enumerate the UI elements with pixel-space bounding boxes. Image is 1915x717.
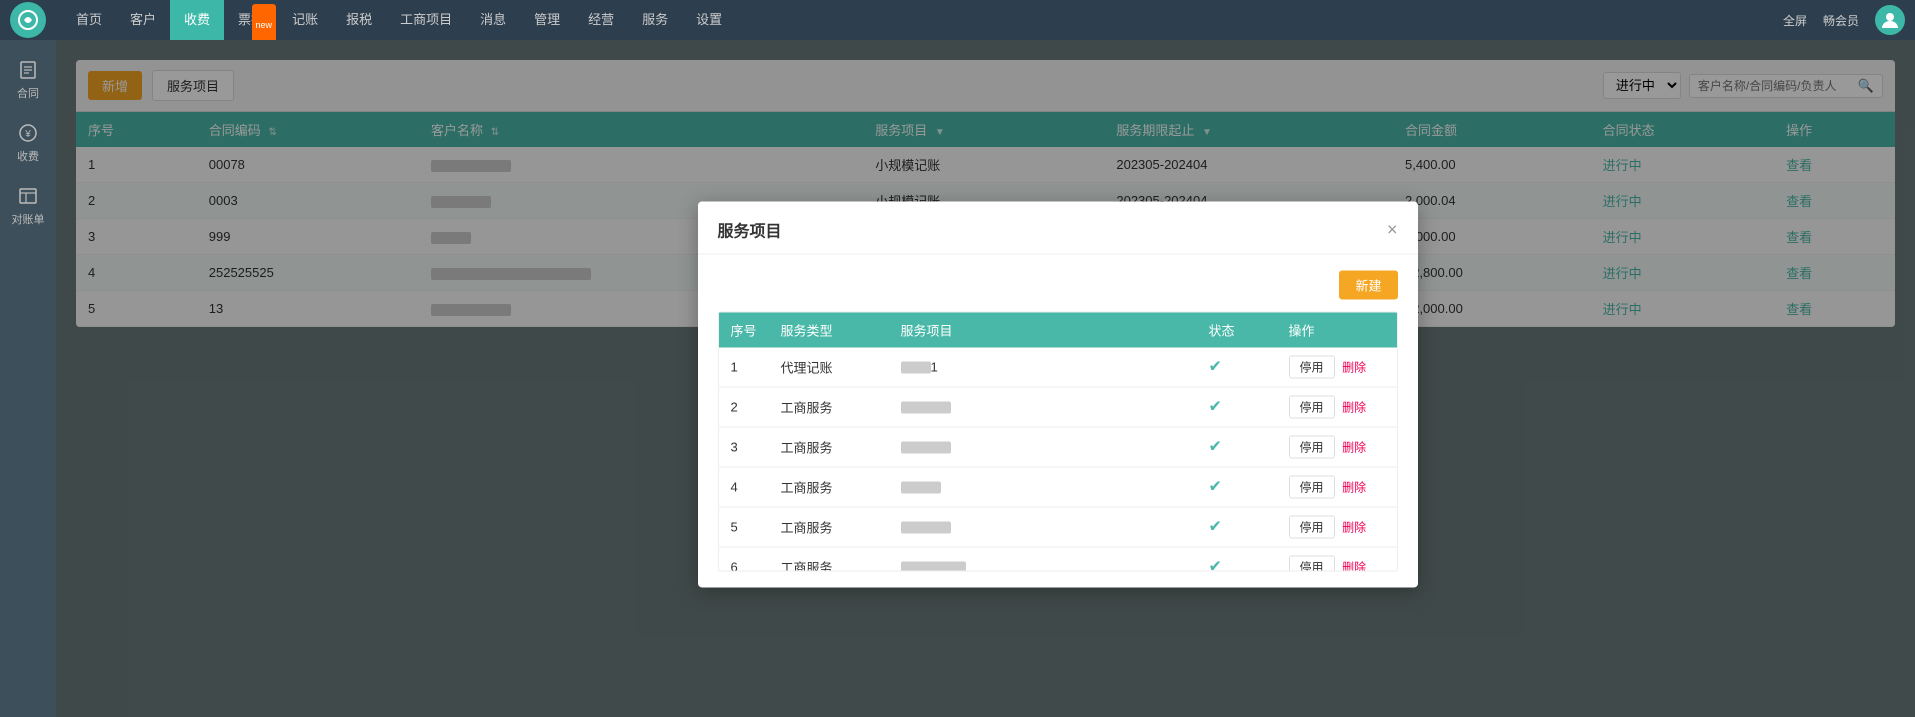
modal-cell-item — [889, 506, 1197, 546]
modal-col-status: 状态 — [1197, 312, 1277, 347]
modal-header: 服务项目 × — [698, 201, 1418, 254]
modal-body: 新建 序号 服务类型 服务项目 状态 操作 — [698, 254, 1418, 587]
modal-cell-action: 停用 删除 — [1277, 347, 1397, 387]
modal-table-row: 1 代理记账 1 ✔ 停用 删除 — [719, 347, 1397, 387]
modal-cell-action: 停用 删除 — [1277, 506, 1397, 546]
app-logo[interactable] — [10, 2, 46, 38]
contract-icon — [16, 58, 40, 82]
nav-tax[interactable]: 报税 — [332, 0, 386, 40]
modal-cell-item — [889, 546, 1197, 571]
nav-operation[interactable]: 经营 — [574, 0, 628, 40]
modal-toolbar: 新建 — [718, 270, 1398, 299]
delete-button[interactable]: 删除 — [1342, 518, 1366, 535]
status-check-icon: ✔ — [1209, 358, 1222, 375]
modal-cell-seq: 1 — [719, 347, 769, 387]
sidebar: 合同 ¥ 收费 对账单 — [0, 40, 56, 717]
modal-cell-type: 代理记账 — [769, 347, 889, 387]
modal-cell-action: 停用 删除 — [1277, 386, 1397, 426]
reconcile-icon — [16, 184, 40, 208]
content-area: 新增 服务项目 进行中 已结束 全部 🔍 序 — [56, 40, 1915, 717]
nav-client[interactable]: 客户 — [116, 0, 170, 40]
modal-cell-action: 停用 删除 — [1277, 466, 1397, 506]
modal-table-row: 4 工商服务 ✔ 停用 删除 — [719, 466, 1397, 506]
nav-manage[interactable]: 管理 — [520, 0, 574, 40]
modal-cell-status: ✔ — [1197, 347, 1277, 387]
modal-cell-item — [889, 466, 1197, 506]
modal-cell-status: ✔ — [1197, 426, 1277, 466]
modal-table-wrapper[interactable]: 序号 服务类型 服务项目 状态 操作 1 代理记账 — [718, 311, 1398, 571]
modal-table-row: 5 工商服务 ✔ 停用 删除 — [719, 506, 1397, 546]
service-items-table: 序号 服务类型 服务项目 状态 操作 1 代理记账 — [719, 312, 1397, 571]
delete-button[interactable]: 删除 — [1342, 398, 1366, 415]
status-check-icon: ✔ — [1209, 398, 1222, 415]
fee-icon: ¥ — [16, 121, 40, 145]
modal-cell-seq: 6 — [719, 546, 769, 571]
stop-button[interactable]: 停用 — [1289, 475, 1335, 498]
modal-cell-type: 工商服务 — [769, 426, 889, 466]
nav-settings[interactable]: 设置 — [682, 0, 736, 40]
fullscreen-btn[interactable]: 全屏 — [1783, 12, 1807, 29]
modal-cell-item: 1 — [889, 347, 1197, 387]
modal-cell-item — [889, 386, 1197, 426]
sidebar-reconcile-label: 对账单 — [12, 211, 45, 227]
modal-cell-seq: 2 — [719, 386, 769, 426]
stop-button[interactable]: 停用 — [1289, 435, 1335, 458]
modal-cell-status: ✔ — [1197, 506, 1277, 546]
modal-cell-seq: 5 — [719, 506, 769, 546]
sidebar-item-contract[interactable]: 合同 — [3, 50, 53, 109]
nav-fee[interactable]: 收费 — [170, 0, 224, 40]
service-item-modal: 服务项目 × 新建 序号 服务类型 服务项目 状态 — [698, 201, 1418, 587]
nav-message[interactable]: 消息 — [466, 0, 520, 40]
sidebar-contract-label: 合同 — [17, 85, 39, 101]
modal-table-row: 3 工商服务 ✔ 停用 删除 — [719, 426, 1397, 466]
modal-cell-status: ✔ — [1197, 386, 1277, 426]
modal-cell-type: 工商服务 — [769, 466, 889, 506]
stop-button[interactable]: 停用 — [1289, 355, 1335, 378]
sidebar-item-reconcile[interactable]: 对账单 — [3, 176, 53, 235]
user-avatar[interactable] — [1875, 5, 1905, 35]
modal-col-item: 服务项目 — [889, 312, 1197, 347]
main-layout: 合同 ¥ 收费 对账单 新增 服务项目 进行中 已结束 — [0, 40, 1915, 717]
modal-table-row: 2 工商服务 ✔ 停用 删除 — [719, 386, 1397, 426]
status-check-icon: ✔ — [1209, 518, 1222, 535]
modal-table-row: 6 工商服务 ✔ 停用 删除 — [719, 546, 1397, 571]
modal-cell-status: ✔ — [1197, 546, 1277, 571]
stop-button[interactable]: 停用 — [1289, 555, 1335, 571]
modal-cell-action: 停用 删除 — [1277, 546, 1397, 571]
svg-text:¥: ¥ — [24, 129, 31, 140]
status-check-icon: ✔ — [1209, 438, 1222, 455]
modal-cell-seq: 4 — [719, 466, 769, 506]
nav-service[interactable]: 服务 — [628, 0, 682, 40]
modal-col-seq: 序号 — [719, 312, 769, 347]
delete-button[interactable]: 删除 — [1342, 478, 1366, 495]
modal-cell-status: ✔ — [1197, 466, 1277, 506]
modal-cell-type: 工商服务 — [769, 546, 889, 571]
delete-button[interactable]: 删除 — [1342, 358, 1366, 375]
modal-close-button[interactable]: × — [1387, 220, 1398, 238]
sidebar-item-fee[interactable]: ¥ 收费 — [3, 113, 53, 172]
top-right-area: 全屏 畅会员 — [1783, 5, 1905, 35]
modal-col-action: 操作 — [1277, 312, 1397, 347]
nav-business[interactable]: 工商项目 — [386, 0, 466, 40]
delete-button[interactable]: 删除 — [1342, 558, 1366, 571]
modal-cell-seq: 3 — [719, 426, 769, 466]
stop-button[interactable]: 停用 — [1289, 515, 1335, 538]
nav-bookkeeping[interactable]: 记账 — [278, 0, 332, 40]
modal-col-type: 服务类型 — [769, 312, 889, 347]
modal-cell-action: 停用 删除 — [1277, 426, 1397, 466]
delete-button[interactable]: 删除 — [1342, 438, 1366, 455]
modal-cell-item — [889, 426, 1197, 466]
modal-new-button[interactable]: 新建 — [1339, 270, 1397, 299]
nav-home[interactable]: 首页 — [62, 0, 116, 40]
modal-cell-type: 工商服务 — [769, 506, 889, 546]
top-navigation: 首页 客户 收费 票据 new 记账 报税 工商项目 消息 管理 经营 服务 设… — [0, 0, 1915, 40]
sidebar-fee-label: 收费 — [17, 148, 39, 164]
modal-title: 服务项目 — [718, 217, 782, 241]
status-check-icon: ✔ — [1209, 558, 1222, 571]
member-btn[interactable]: 畅会员 — [1823, 12, 1859, 29]
status-check-icon: ✔ — [1209, 478, 1222, 495]
modal-cell-type: 工商服务 — [769, 386, 889, 426]
stop-button[interactable]: 停用 — [1289, 395, 1335, 418]
nav-invoice[interactable]: 票据 new — [224, 0, 278, 40]
